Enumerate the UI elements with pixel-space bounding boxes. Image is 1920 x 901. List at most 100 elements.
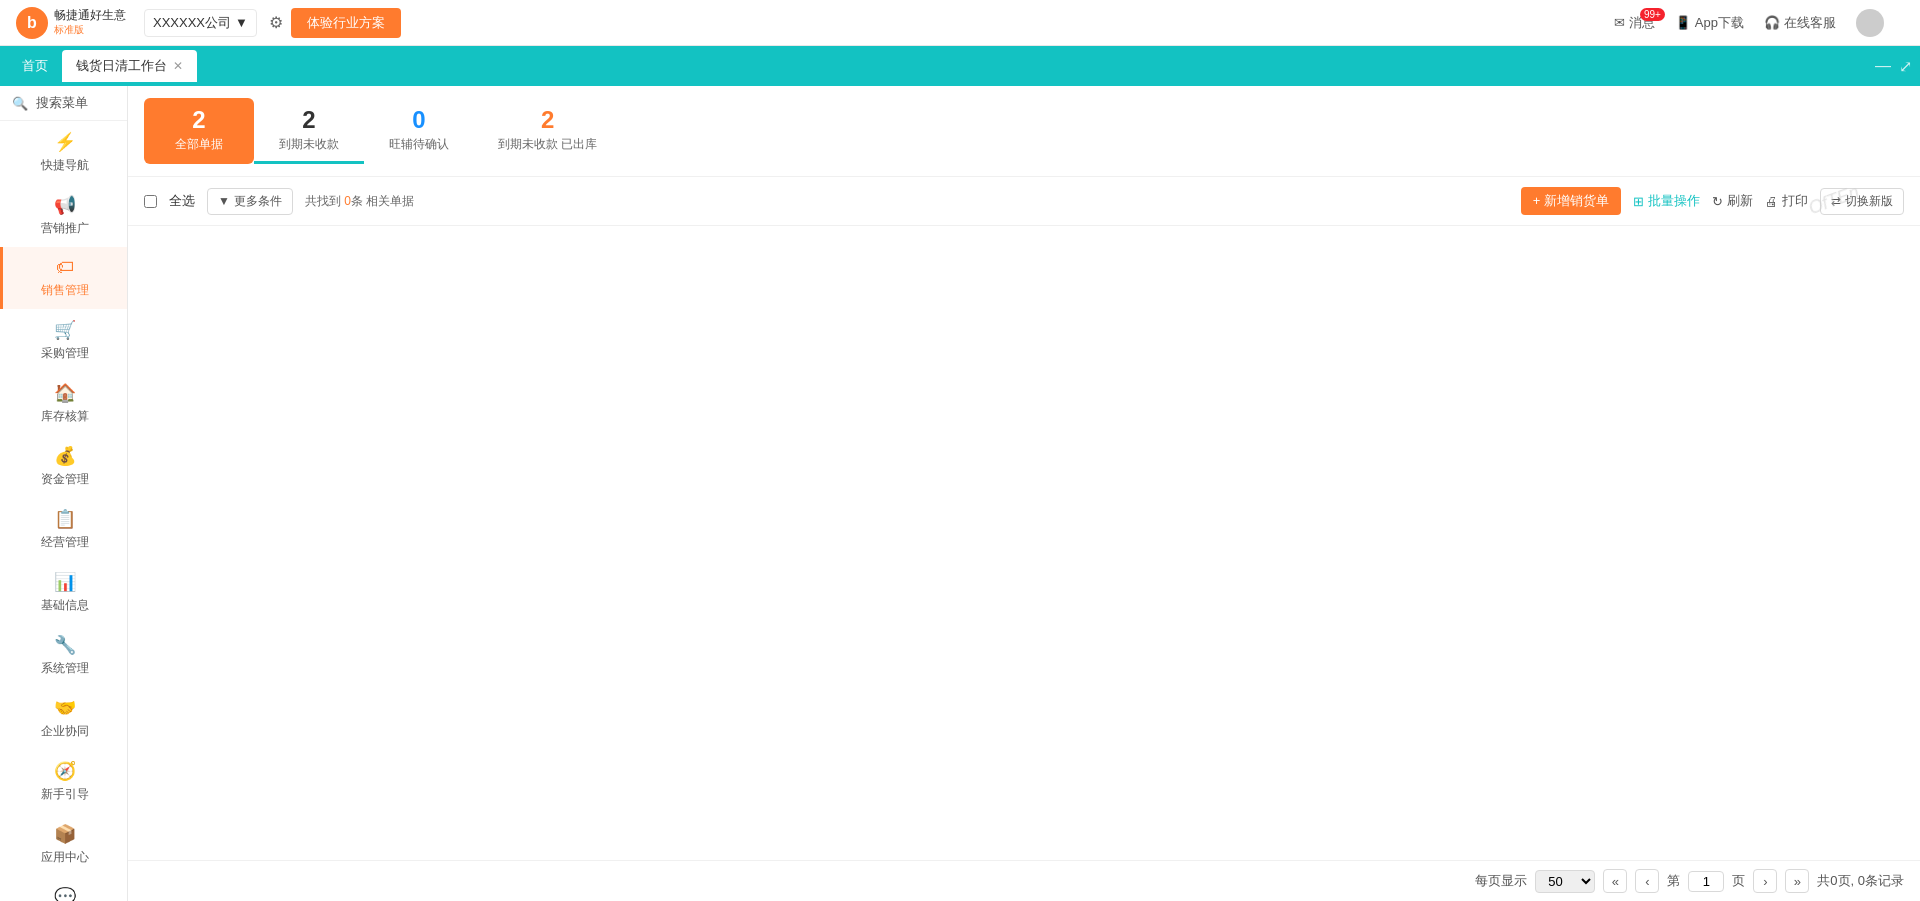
- sidebar-item-purchase[interactable]: 🛒 采购管理: [0, 309, 127, 372]
- sidebar-item-app-center[interactable]: 📦 应用中心: [0, 813, 127, 876]
- sidebar-item-label: 库存核算: [41, 408, 89, 425]
- pagination: 每页显示 50 10 20 100 « ‹ 第 页 ›: [128, 860, 1920, 901]
- card-label-unshipped: 到期未收款 已出库: [498, 136, 597, 153]
- found-number: 0: [344, 194, 351, 208]
- table-area: [128, 226, 1920, 860]
- prev-icon: ‹: [1645, 874, 1649, 889]
- next-icon: ›: [1763, 874, 1767, 889]
- download-icon: 📱: [1675, 15, 1691, 30]
- filter-icon: ▼: [218, 194, 230, 208]
- select-all-label: 全选: [169, 192, 195, 210]
- sidebar-item-system[interactable]: 🔧 系统管理: [0, 624, 127, 687]
- toolbar-right: + 新增销货单 ⊞ 批量操作 ↻ 刷新 🖨 打印 ⇄: [1521, 187, 1904, 215]
- new-order-button[interactable]: + 新增销货单: [1521, 187, 1621, 215]
- top-bar: b 畅捷通好生意 标准版 XXXXXX公司 ▼ ⚙ 体验行业方案 ✉ 消息 99…: [0, 0, 1920, 46]
- nav-right-actions: — ⤢: [1875, 57, 1912, 76]
- search-label: 搜索菜单: [36, 94, 88, 112]
- system-icon: 🔧: [54, 634, 76, 656]
- page-input[interactable]: [1688, 871, 1724, 892]
- refresh-button[interactable]: ↻ 刷新: [1712, 192, 1753, 210]
- operations-icon: 📋: [54, 508, 76, 530]
- card-label-wangwang: 旺辅待确认: [389, 136, 449, 153]
- settings-icon[interactable]: ⚙: [269, 13, 283, 32]
- main-content: 2 全部单据 2 到期未收款 0 旺辅待确认 2 到期未收款 已出库: [128, 86, 1920, 901]
- sidebar-search[interactable]: 🔍 搜索菜单: [0, 86, 127, 121]
- tab-workbench[interactable]: 钱货日清工作台 ✕: [62, 50, 197, 82]
- sidebar-item-basic-info[interactable]: 📊 基础信息: [0, 561, 127, 624]
- sidebar: 🔍 搜索菜单 ⚡ 快捷导航 📢 营销推广 🏷 销售管理 🛒 采购管理 🏠 库存核…: [0, 86, 128, 901]
- app-download-item[interactable]: 📱 App下载: [1675, 14, 1744, 32]
- guide-icon: 🧭: [54, 760, 76, 782]
- maximize-icon[interactable]: ⤢: [1899, 57, 1912, 76]
- select-all-checkbox[interactable]: [144, 195, 157, 208]
- sales-icon: 🏷: [56, 257, 74, 278]
- minimize-icon[interactable]: —: [1875, 57, 1891, 75]
- refresh-icon: ↻: [1712, 194, 1723, 209]
- batch-icon: ⊞: [1633, 194, 1644, 209]
- print-label: 打印: [1782, 192, 1808, 210]
- batch-operation-button[interactable]: ⊞ 批量操作: [1633, 192, 1700, 210]
- prev-page-button[interactable]: ‹: [1635, 869, 1659, 893]
- close-icon[interactable]: ✕: [173, 59, 183, 73]
- tab-home[interactable]: 首页: [8, 50, 62, 82]
- status-card-wangwang[interactable]: 0 旺辅待确认: [364, 98, 474, 164]
- sidebar-item-sales[interactable]: 🏷 销售管理: [0, 247, 127, 309]
- card-count-unshipped: 2: [541, 106, 554, 134]
- online-service-item[interactable]: 🎧 在线客服: [1764, 14, 1836, 32]
- sidebar-item-label: 销售管理: [41, 282, 89, 299]
- switch-icon: ⇄: [1831, 194, 1841, 208]
- logo: b 畅捷通好生意 标准版: [16, 7, 144, 39]
- online-service-label: 在线客服: [1784, 14, 1836, 32]
- batch-label: 批量操作: [1648, 192, 1700, 210]
- switch-label: 切换新版: [1845, 193, 1893, 210]
- found-count: 共找到 0条 相关单据: [305, 193, 414, 210]
- sidebar-item-label: 应用中心: [41, 849, 89, 866]
- message-item[interactable]: ✉ 消息 99+: [1614, 14, 1655, 32]
- logo-title: 畅捷通好生意: [54, 8, 126, 24]
- sidebar-item-label: 采购管理: [41, 345, 89, 362]
- message-icon: ✉: [1614, 15, 1625, 30]
- card-label-overdue: 到期未收款: [279, 136, 339, 153]
- sidebar-item-operations[interactable]: 📋 经营管理: [0, 498, 127, 561]
- sidebar-item-finance[interactable]: 💰 资金管理: [0, 435, 127, 498]
- sidebar-item-inventory[interactable]: 🏠 库存核算: [0, 372, 127, 435]
- card-count-wangwang: 0: [412, 106, 425, 134]
- toolbar: 全选 ▼ 更多条件 共找到 0条 相关单据 + 新增销货单 ⊞ 批量操作 ↻: [128, 177, 1920, 226]
- last-page-button[interactable]: »: [1785, 869, 1809, 893]
- print-button[interactable]: 🖨 打印: [1765, 192, 1808, 210]
- next-page-button[interactable]: ›: [1753, 869, 1777, 893]
- sidebar-item-label: 系统管理: [41, 660, 89, 677]
- first-icon: «: [1612, 874, 1619, 889]
- switch-version-button[interactable]: ⇄ 切换新版: [1820, 188, 1904, 215]
- sidebar-item-label: 经营管理: [41, 534, 89, 551]
- sidebar-item-label: 营销推广: [41, 220, 89, 237]
- content-area: 2 全部单据 2 到期未收款 0 旺辅待确认 2 到期未收款 已出库: [128, 86, 1920, 901]
- sidebar-item-cooperation[interactable]: 🤝 企业协同: [0, 687, 127, 750]
- basic-info-icon: 📊: [54, 571, 76, 593]
- status-cards: 2 全部单据 2 到期未收款 0 旺辅待确认 2 到期未收款 已出库: [128, 86, 1920, 177]
- filter-button[interactable]: ▼ 更多条件: [207, 188, 293, 215]
- page-label: 第: [1667, 872, 1680, 890]
- company-selector[interactable]: XXXXXX公司 ▼: [144, 9, 257, 37]
- card-count-overdue: 2: [302, 106, 315, 134]
- first-page-button[interactable]: «: [1603, 869, 1627, 893]
- experience-button[interactable]: 体验行业方案: [291, 8, 401, 38]
- avatar[interactable]: [1856, 9, 1884, 37]
- sidebar-item-label: 企业协同: [41, 723, 89, 740]
- tab-workbench-label: 钱货日清工作台: [76, 57, 167, 75]
- sidebar-item-guide[interactable]: 🧭 新手引导: [0, 750, 127, 813]
- top-bar-actions: ⚙ 体验行业方案: [269, 8, 401, 38]
- sidebar-item-wechat[interactable]: 💬 企业微信: [0, 876, 127, 901]
- per-page-select[interactable]: 50 10 20 100: [1535, 870, 1595, 893]
- top-bar-right: ✉ 消息 99+ 📱 App下载 🎧 在线客服: [1614, 9, 1904, 37]
- tab-home-label: 首页: [22, 57, 48, 75]
- status-card-all[interactable]: 2 全部单据: [144, 98, 254, 164]
- sidebar-item-marketing[interactable]: 📢 营销推广: [0, 184, 127, 247]
- sidebar-item-quick-nav[interactable]: ⚡ 快捷导航: [0, 121, 127, 184]
- page-unit: 页: [1732, 872, 1745, 890]
- cooperation-icon: 🤝: [54, 697, 76, 719]
- status-card-unshipped[interactable]: 2 到期未收款 已出库: [474, 98, 621, 164]
- status-card-overdue[interactable]: 2 到期未收款: [254, 98, 364, 164]
- sidebar-item-label: 新手引导: [41, 786, 89, 803]
- marketing-icon: 📢: [54, 194, 76, 216]
